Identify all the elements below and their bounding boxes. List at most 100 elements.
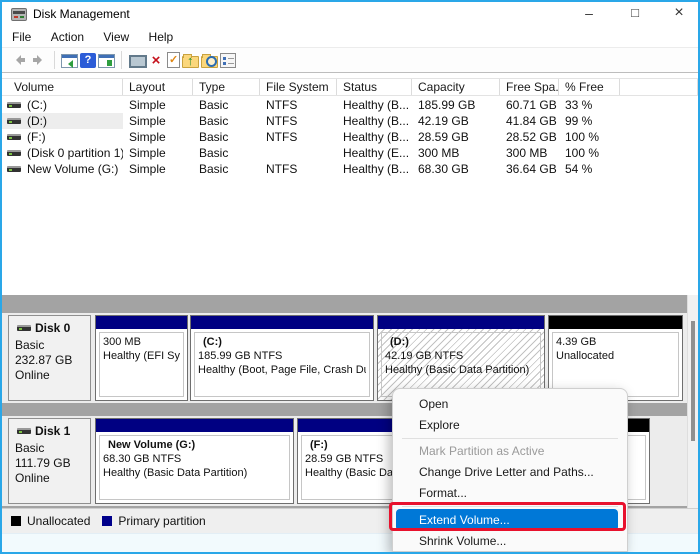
primary-partition-swatch xyxy=(102,516,113,526)
toolbar-separator xyxy=(54,51,55,69)
partition-color-bar xyxy=(96,316,187,329)
column-header-pct-free[interactable]: % Free xyxy=(559,79,620,95)
disk-0-info-panel[interactable]: Disk 0 Basic 232.87 GB Online xyxy=(8,315,91,401)
status-cell: Healthy (B... xyxy=(343,130,410,144)
file-system-cell: NTFS xyxy=(266,114,298,128)
menu-item-explore[interactable]: Explore xyxy=(393,415,627,436)
partition-size: 42.19 GB NTFS xyxy=(385,350,464,362)
delete-icon[interactable]: × xyxy=(147,52,165,69)
properties-icon[interactable] xyxy=(220,53,236,68)
column-header-volume[interactable]: Volume xyxy=(2,79,123,95)
table-row-d[interactable]: (D:) Simple Basic NTFS Healthy (B... 42.… xyxy=(2,113,698,129)
forward-icon[interactable] xyxy=(30,52,48,69)
menu-item-format[interactable]: Format... xyxy=(393,483,627,504)
drive-icon xyxy=(7,150,21,156)
computer-icon[interactable] xyxy=(128,53,147,68)
partition-efi[interactable]: 300 MB Healthy (EFI Sy xyxy=(95,315,188,401)
type-cell: Basic xyxy=(199,98,229,112)
menu-item-extend-volume[interactable]: Extend Volume... xyxy=(396,509,618,531)
free-space-cell: 36.64 GB xyxy=(506,162,557,176)
pct-free-cell: 100 % xyxy=(565,130,600,144)
table-row-new-volume-g[interactable]: New Volume (G:) Simple Basic NTFS Health… xyxy=(2,161,698,177)
file-system-cell xyxy=(260,145,337,161)
layout-cell: Simple xyxy=(129,162,166,176)
file-system-cell: NTFS xyxy=(266,130,298,144)
partition-c[interactable]: (C:) 185.99 GB NTFS Healthy (Boot, Page … xyxy=(190,315,374,401)
layout-cell: Simple xyxy=(129,130,166,144)
partition-new-volume-g[interactable]: New Volume (G:) 68.30 GB NTFS Healthy (B… xyxy=(95,418,294,504)
menu-view[interactable]: View xyxy=(95,28,137,47)
volume-name: (F:) xyxy=(27,130,46,144)
menu-item-shrink-volume[interactable]: Shrink Volume... xyxy=(393,531,627,551)
legend-label-primary: Primary partition xyxy=(118,514,206,528)
partition-status: Healthy (Basic Data Partition) xyxy=(103,467,248,479)
disk-icon xyxy=(17,325,31,331)
disk-status: Online xyxy=(15,471,50,485)
menu-bar: File Action View Help xyxy=(2,28,698,48)
menu-separator xyxy=(402,506,618,507)
close-button[interactable]: × xyxy=(660,0,698,28)
column-header-capacity[interactable]: Capacity xyxy=(412,79,500,95)
partition-status: Unallocated xyxy=(556,350,615,362)
menu-help[interactable]: Help xyxy=(141,28,182,47)
drive-icon xyxy=(7,134,21,140)
maximize-button[interactable]: □ xyxy=(616,0,654,28)
pct-free-cell: 33 % xyxy=(565,98,593,112)
capacity-cell: 185.99 GB xyxy=(418,98,476,112)
help-icon[interactable]: ? xyxy=(80,53,96,68)
show-console-tree-icon[interactable] xyxy=(61,53,78,68)
folder-up-icon[interactable] xyxy=(182,53,199,68)
show-action-pane-icon[interactable] xyxy=(98,53,115,68)
type-cell: Basic xyxy=(199,114,229,128)
context-menu: Open Explore Mark Partition as Active Ch… xyxy=(392,388,628,552)
layout-cell: Simple xyxy=(129,146,166,160)
pct-free-cell: 54 % xyxy=(565,162,593,176)
menu-item-open[interactable]: Open xyxy=(393,394,627,415)
type-cell: Basic xyxy=(199,162,229,176)
drive-icon xyxy=(7,166,21,172)
drive-icon xyxy=(7,102,21,108)
menu-item-change-drive-letter[interactable]: Change Drive Letter and Paths... xyxy=(393,462,627,483)
column-header-layout[interactable]: Layout xyxy=(123,79,193,95)
vertical-scrollbar[interactable] xyxy=(687,295,698,508)
partition-size: 300 MB xyxy=(103,336,141,348)
column-header-file-system[interactable]: File System xyxy=(260,79,337,95)
partition-status: Healthy (Boot, Page File, Crash Dum xyxy=(198,364,366,376)
table-row-c[interactable]: (C:) Simple Basic NTFS Healthy (B... 185… xyxy=(2,97,698,113)
volume-name: (C:) xyxy=(27,98,47,112)
volume-list: Volume Layout Type File System Status Ca… xyxy=(2,74,698,294)
status-cell: Healthy (B... xyxy=(343,114,410,128)
menu-action[interactable]: Action xyxy=(43,28,92,47)
partition-color-bar xyxy=(378,316,544,329)
back-icon[interactable] xyxy=(10,52,28,69)
volume-name: (Disk 0 partition 1) xyxy=(27,146,123,160)
column-header-filler xyxy=(620,79,698,95)
disk-icon xyxy=(17,428,31,434)
table-row-f[interactable]: (F:) Simple Basic NTFS Healthy (B... 28.… xyxy=(2,129,698,145)
type-cell: Basic xyxy=(199,146,229,160)
column-header-free-space[interactable]: Free Spa... xyxy=(500,79,559,95)
layout-cell: Simple xyxy=(129,114,166,128)
partition-label: (D:) xyxy=(390,336,409,348)
status-cell: Healthy (B... xyxy=(343,98,410,112)
unallocated-swatch xyxy=(11,516,21,526)
volume-list-header: Volume Layout Type File System Status Ca… xyxy=(2,78,698,96)
column-header-type[interactable]: Type xyxy=(193,79,260,95)
partition-color-bar xyxy=(191,316,373,329)
minimize-button[interactable]: – xyxy=(570,0,608,28)
column-header-status[interactable]: Status xyxy=(337,79,412,95)
check-document-icon[interactable] xyxy=(167,52,180,68)
disk-1-info-panel[interactable]: Disk 1 Basic 111.79 GB Online xyxy=(8,418,91,504)
disk-name: Disk 1 xyxy=(35,424,71,438)
menu-file[interactable]: File xyxy=(4,28,39,47)
drive-icon xyxy=(7,118,21,124)
capacity-cell: 68.30 GB xyxy=(418,162,469,176)
scrollbar-thumb[interactable] xyxy=(691,321,695,441)
title-bar: Disk Management – □ × xyxy=(0,0,700,28)
table-row-disk0-partition1[interactable]: (Disk 0 partition 1) Simple Basic Health… xyxy=(2,145,698,161)
folder-search-icon[interactable] xyxy=(201,53,218,68)
disk-type: Basic xyxy=(15,441,45,455)
disk-name: Disk 0 xyxy=(35,321,71,335)
free-space-cell: 41.84 GB xyxy=(506,114,557,128)
partition-size: 185.99 GB NTFS xyxy=(198,350,283,362)
